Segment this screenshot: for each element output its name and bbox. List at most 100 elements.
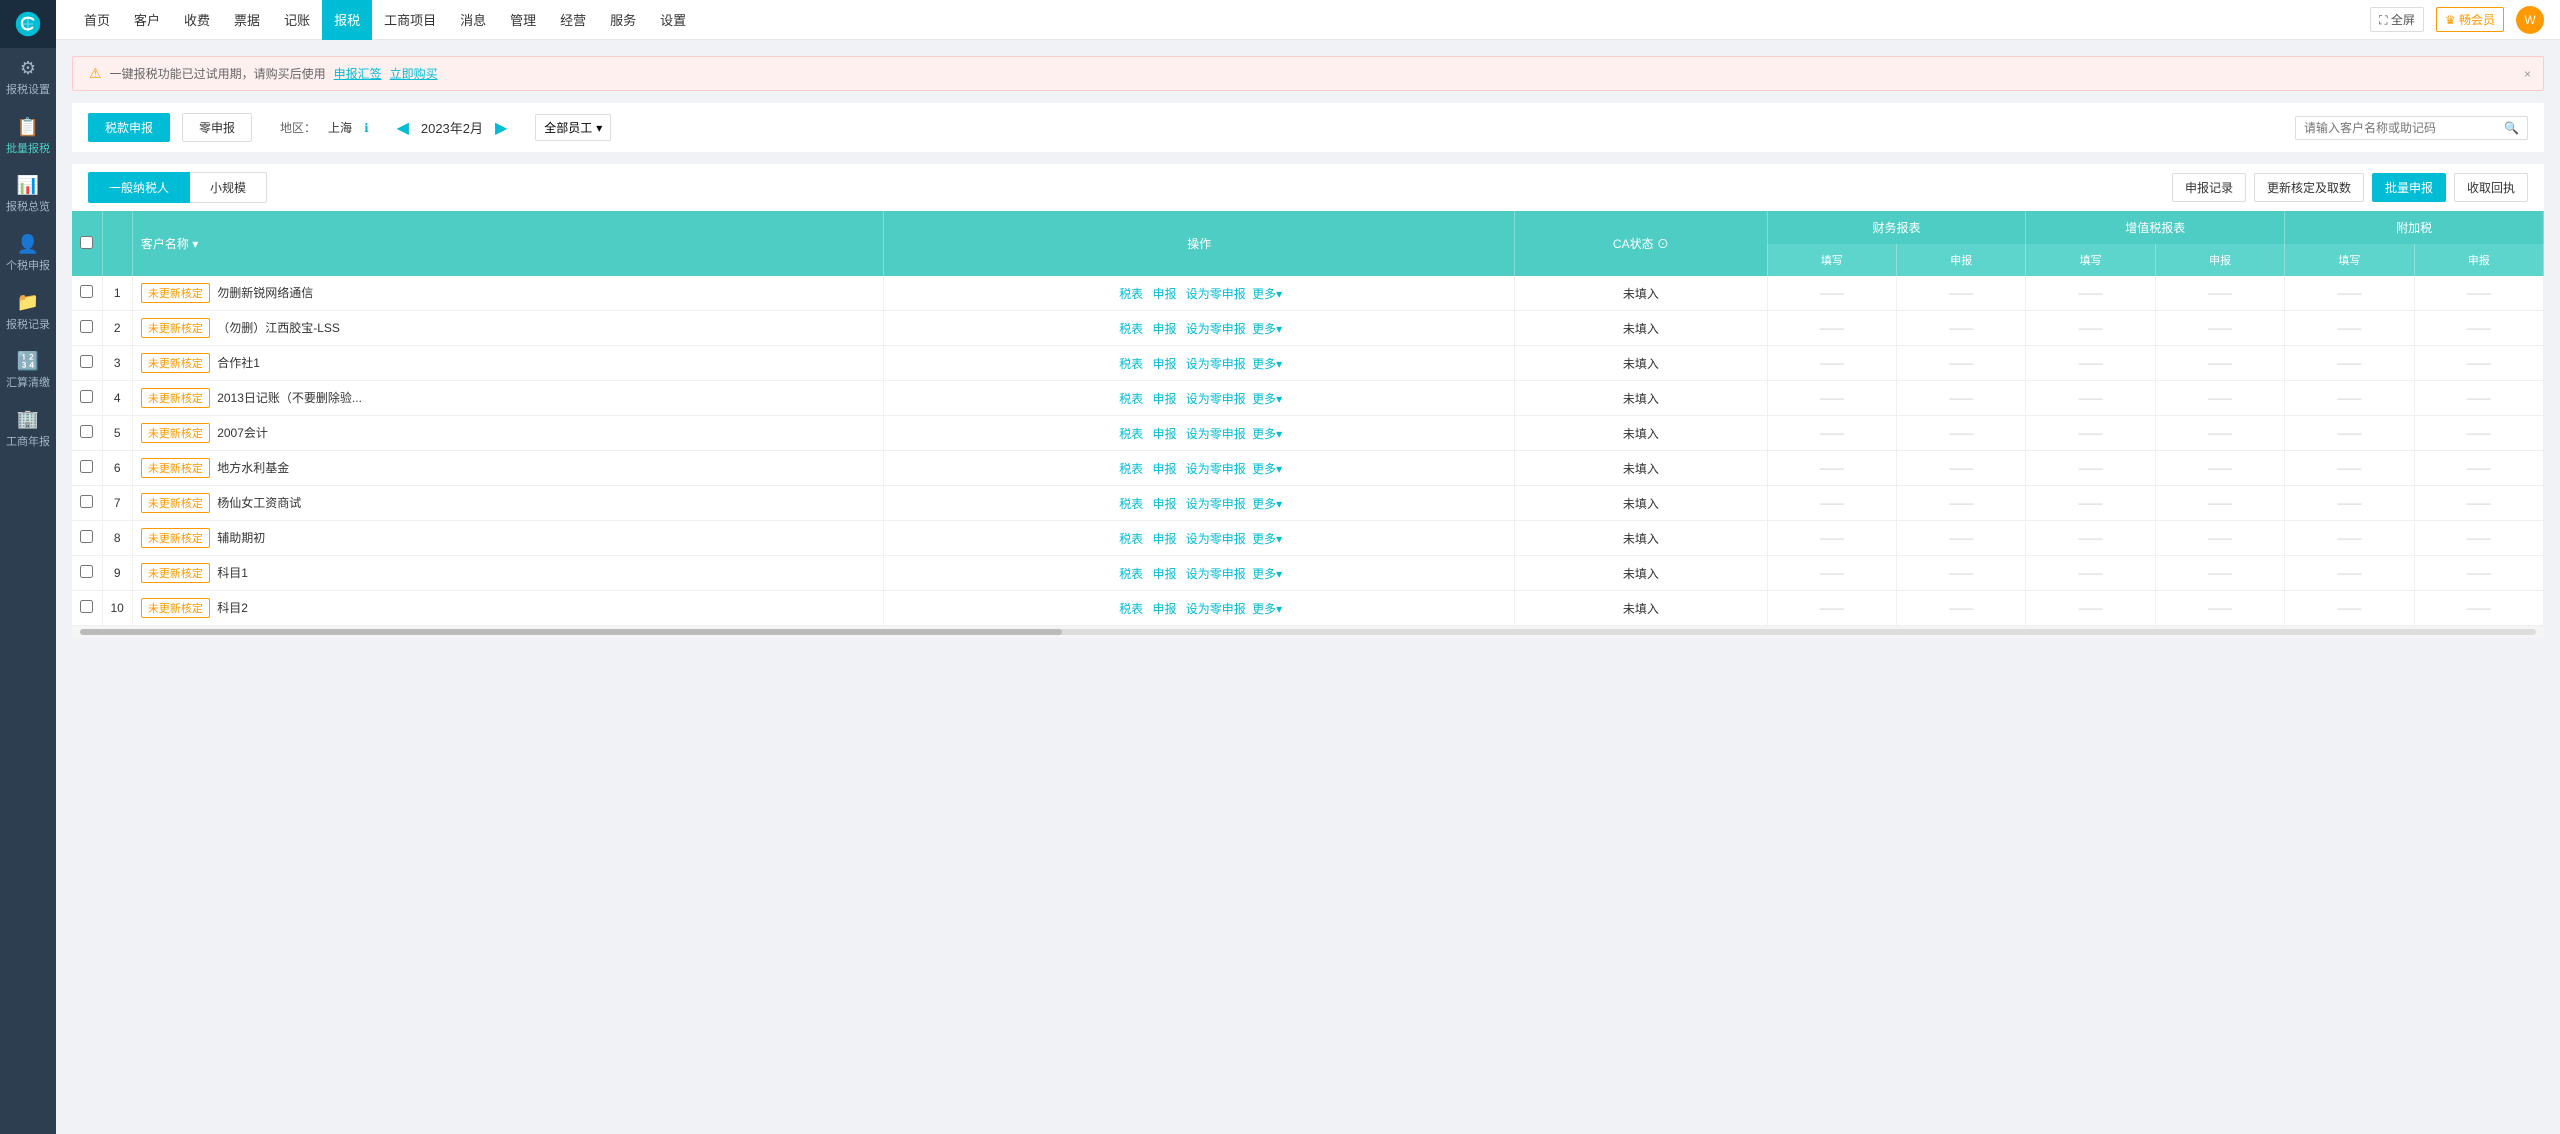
op-tax-table[interactable]: 税表 [1119, 497, 1143, 511]
op-declare[interactable]: 申报 [1152, 532, 1176, 546]
nav-service[interactable]: 服务 [598, 0, 648, 40]
nav-operations[interactable]: 经营 [548, 0, 598, 40]
row-select-checkbox[interactable] [80, 565, 93, 578]
tab-small-scale[interactable]: 小规模 [190, 172, 267, 203]
op-declare[interactable]: 申报 [1152, 322, 1176, 336]
search-icon[interactable]: 🔍 [2504, 121, 2519, 135]
row-checkbox[interactable] [72, 521, 102, 556]
nav-accounts[interactable]: 记账 [272, 0, 322, 40]
fullscreen-button[interactable]: ⛶ 全屏 [2370, 7, 2424, 32]
op-more[interactable]: 更多▾ [1252, 322, 1282, 336]
nav-message[interactable]: 消息 [448, 0, 498, 40]
sidebar-item-tax-settings[interactable]: ⚙ 报税设置 [0, 48, 56, 107]
update-quota-button[interactable]: 更新核定及取数 [2254, 173, 2364, 202]
op-zero-declare[interactable]: 设为零申报 [1186, 392, 1246, 406]
op-tax-table[interactable]: 税表 [1119, 462, 1143, 476]
op-tax-table[interactable]: 税表 [1119, 322, 1143, 336]
op-declare[interactable]: 申报 [1152, 497, 1176, 511]
nav-billing[interactable]: 收费 [172, 0, 222, 40]
row-checkbox[interactable] [72, 346, 102, 381]
op-declare[interactable]: 申报 [1152, 357, 1176, 371]
row-select-checkbox[interactable] [80, 600, 93, 613]
sidebar-item-tax-overview[interactable]: 📊 报税总览 [0, 165, 56, 224]
select-all-checkbox[interactable] [80, 236, 93, 249]
row-checkbox[interactable] [72, 381, 102, 416]
row-checkbox[interactable] [72, 451, 102, 486]
op-zero-declare[interactable]: 设为零申报 [1186, 357, 1246, 371]
tab-tax-declare[interactable]: 税款申报 [88, 113, 170, 142]
nav-business[interactable]: 工商项目 [372, 0, 448, 40]
row-select-checkbox[interactable] [80, 285, 93, 298]
op-declare[interactable]: 申报 [1152, 392, 1176, 406]
row-checkbox[interactable] [72, 311, 102, 346]
dept-selector[interactable]: 全部员工 ▾ [535, 114, 611, 141]
op-more[interactable]: 更多▾ [1252, 287, 1282, 301]
op-tax-table[interactable]: 税表 [1119, 357, 1143, 371]
sidebar-item-tax-records[interactable]: 📁 报税记录 [0, 282, 56, 341]
nav-management[interactable]: 管理 [498, 0, 548, 40]
nav-invoice[interactable]: 票据 [222, 0, 272, 40]
date-next-button[interactable]: ▶ [495, 118, 507, 138]
row-select-checkbox[interactable] [80, 530, 93, 543]
row-checkbox[interactable] [72, 416, 102, 451]
search-input[interactable] [2304, 121, 2504, 135]
op-zero-declare[interactable]: 设为零申报 [1186, 532, 1246, 546]
op-tax-table[interactable]: 税表 [1119, 287, 1143, 301]
op-tax-table[interactable]: 税表 [1119, 567, 1143, 581]
nav-tax[interactable]: 报税 [322, 0, 372, 40]
op-more[interactable]: 更多▾ [1252, 427, 1282, 441]
op-tax-table[interactable]: 税表 [1119, 602, 1143, 616]
op-more[interactable]: 更多▾ [1252, 357, 1282, 371]
upgrade-button[interactable]: ♛ 畅会员 [2436, 7, 2504, 32]
row-select-checkbox[interactable] [80, 320, 93, 333]
op-more[interactable]: 更多▾ [1252, 602, 1282, 616]
op-more[interactable]: 更多▾ [1252, 497, 1282, 511]
location-info-icon[interactable]: ℹ [364, 121, 369, 135]
sidebar-item-batch-tax[interactable]: 📋 批量报税 [0, 107, 56, 166]
banner-close-button[interactable]: × [2524, 67, 2531, 81]
op-zero-declare[interactable]: 设为零申报 [1186, 287, 1246, 301]
op-tax-table[interactable]: 税表 [1119, 532, 1143, 546]
row-checkbox[interactable] [72, 486, 102, 521]
sidebar-item-business-annual[interactable]: 🏢 工商年报 [0, 399, 56, 458]
horizontal-scrollbar[interactable] [72, 626, 2544, 638]
avatar[interactable]: W [2516, 6, 2544, 34]
op-zero-declare[interactable]: 设为零申报 [1186, 322, 1246, 336]
sidebar-item-personal-tax[interactable]: 👤 个税申报 [0, 224, 56, 283]
nav-customer[interactable]: 客户 [122, 0, 172, 40]
tab-general-taxpayer[interactable]: 一般纳税人 [88, 172, 190, 203]
row-select-checkbox[interactable] [80, 390, 93, 403]
op-tax-table[interactable]: 税表 [1119, 427, 1143, 441]
op-more[interactable]: 更多▾ [1252, 567, 1282, 581]
op-more[interactable]: 更多▾ [1252, 532, 1282, 546]
row-checkbox[interactable] [72, 556, 102, 591]
collect-return-button[interactable]: 收取回执 [2454, 173, 2528, 202]
name-sort-icon[interactable]: ▾ [192, 237, 198, 251]
op-tax-table[interactable]: 税表 [1119, 392, 1143, 406]
banner-link-report[interactable]: 申报汇签 [334, 65, 382, 82]
op-declare[interactable]: 申报 [1152, 287, 1176, 301]
op-more[interactable]: 更多▾ [1252, 462, 1282, 476]
date-prev-button[interactable]: ◀ [397, 118, 409, 138]
op-zero-declare[interactable]: 设为零申报 [1186, 427, 1246, 441]
batch-declare-button[interactable]: 批量申报 [2372, 173, 2446, 202]
row-select-checkbox[interactable] [80, 355, 93, 368]
op-declare[interactable]: 申报 [1152, 567, 1176, 581]
op-more[interactable]: 更多▾ [1252, 392, 1282, 406]
op-declare[interactable]: 申报 [1152, 602, 1176, 616]
nav-home[interactable]: 首页 [72, 0, 122, 40]
row-select-checkbox[interactable] [80, 495, 93, 508]
ca-filter-icon[interactable]: ⊙ [1657, 237, 1669, 251]
row-checkbox[interactable] [72, 276, 102, 311]
op-zero-declare[interactable]: 设为零申报 [1186, 497, 1246, 511]
row-select-checkbox[interactable] [80, 425, 93, 438]
op-zero-declare[interactable]: 设为零申报 [1186, 567, 1246, 581]
sidebar-item-calc-clear[interactable]: 🔢 汇算清缴 [0, 341, 56, 400]
banner-link-buy[interactable]: 立即购买 [390, 65, 438, 82]
row-checkbox[interactable] [72, 591, 102, 626]
row-select-checkbox[interactable] [80, 460, 93, 473]
op-zero-declare[interactable]: 设为零申报 [1186, 602, 1246, 616]
tab-zero-declare[interactable]: 零申报 [182, 113, 252, 142]
declare-records-button[interactable]: 申报记录 [2172, 173, 2246, 202]
op-declare[interactable]: 申报 [1152, 462, 1176, 476]
